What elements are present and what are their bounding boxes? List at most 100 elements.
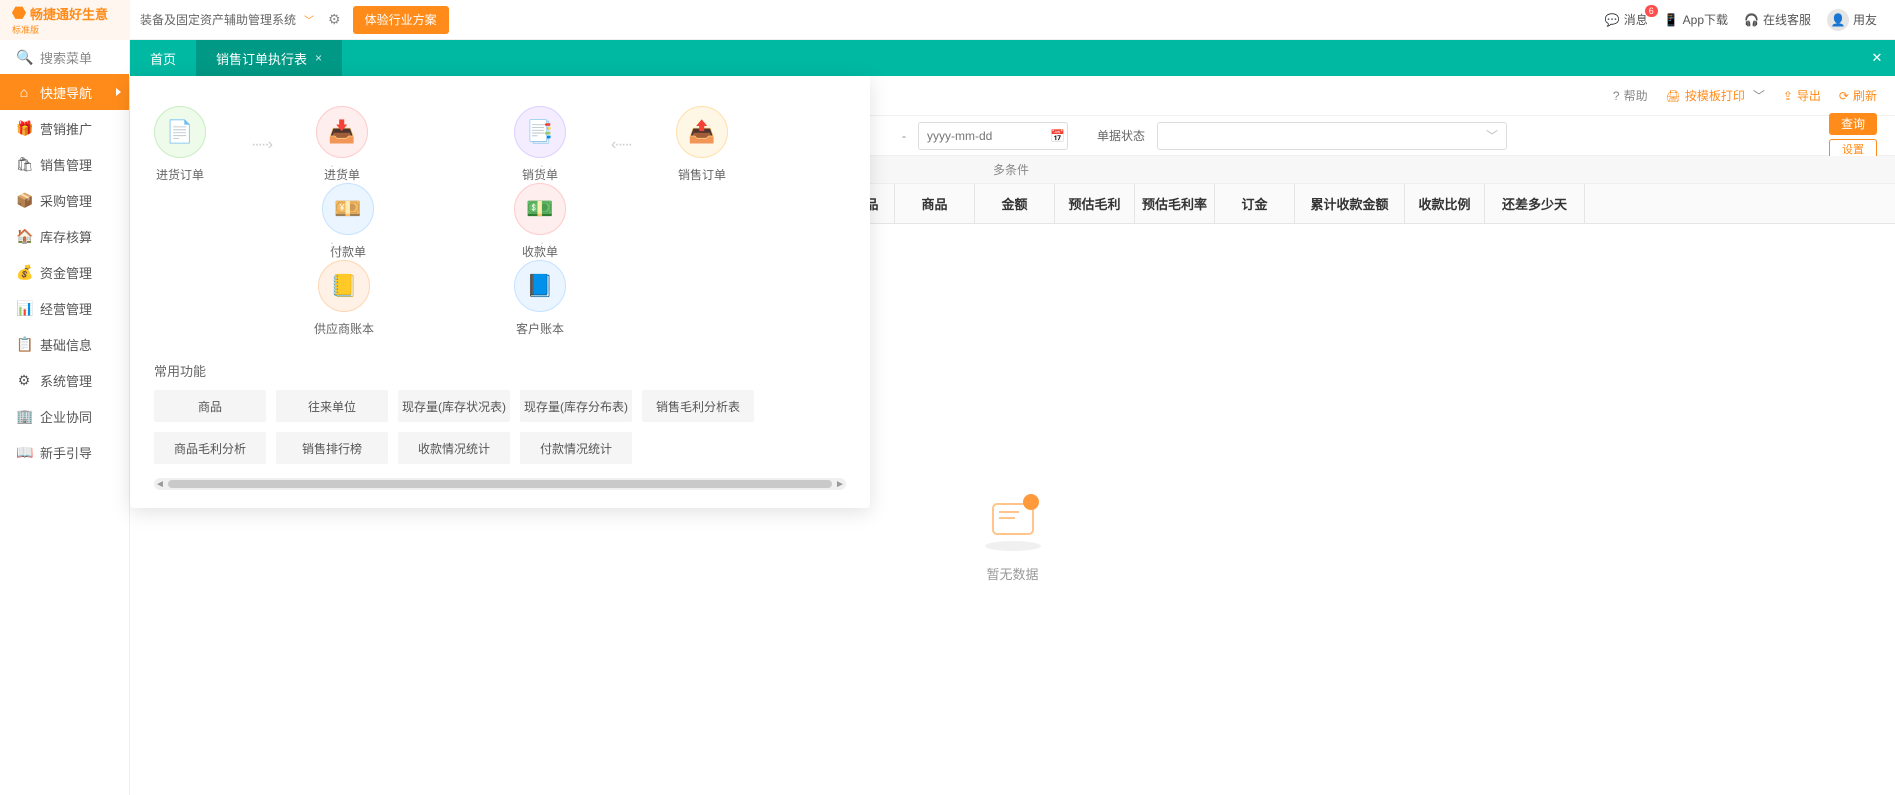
warehouse-icon: 🏠 xyxy=(16,228,32,245)
table-column-header[interactable]: 累计收款金额 xyxy=(1295,184,1405,223)
ledger-icon: 📒 xyxy=(318,260,370,312)
sidebar-item-operation[interactable]: 📊 经营管理 xyxy=(0,290,129,326)
func-product-profit[interactable]: 商品毛利分析 xyxy=(154,432,266,464)
user-name: 用友 xyxy=(1853,11,1877,28)
sidebar-item-guide[interactable]: 📖新手引导 xyxy=(0,434,129,470)
logo-subtext: 标准版 xyxy=(12,23,130,36)
table-column-header[interactable]: 预估毛利率 xyxy=(1135,184,1215,223)
table-column-header[interactable]: 商品 xyxy=(895,184,975,223)
system-name: 装备及固定资产辅助管理系统 xyxy=(140,11,296,28)
messages-label: 消息 xyxy=(1624,11,1648,28)
money-icon: 💰 xyxy=(16,264,32,281)
export-button[interactable]: ⇪导出 xyxy=(1783,87,1821,104)
download-label: App下载 xyxy=(1683,11,1728,28)
table-column-header[interactable]: 金额 xyxy=(975,184,1055,223)
cart-icon: 🛍 xyxy=(16,156,32,173)
logo-text: 畅捷通好生意 xyxy=(30,4,108,23)
sidebar-item-purchase[interactable]: 📦采购管理 xyxy=(0,182,129,218)
customer-ledger-icon: 📘 xyxy=(514,260,566,312)
download-link[interactable]: 📱 App下载 xyxy=(1664,11,1728,28)
func-payment-stats[interactable]: 付款情况统计 xyxy=(520,432,632,464)
close-all-icon[interactable]: ✕ xyxy=(1859,40,1895,76)
flow-node-supplier-ledger[interactable]: 📒 供应商账本 xyxy=(314,260,374,337)
table-column-header[interactable]: 还差多少天 xyxy=(1485,184,1585,223)
scroll-left-icon[interactable]: ◄ xyxy=(154,478,166,490)
sidebar-label: 经营管理 xyxy=(40,299,92,318)
func-stock-status[interactable]: 现存量(库存状况表) xyxy=(398,390,510,422)
table-column-header[interactable]: 预估毛利 xyxy=(1055,184,1135,223)
arrow-down-icon: ⋮↓ xyxy=(326,163,344,177)
refresh-button[interactable]: ⟳ 刷新 xyxy=(1839,87,1877,104)
func-receipt-stats[interactable]: 收款情况统计 xyxy=(398,432,510,464)
doc-out-icon: 📤 xyxy=(676,106,728,158)
func-contacts[interactable]: 往来单位 xyxy=(276,390,388,422)
sidebar: 🔍 搜索菜单 ⌂快捷导航 🎁营销推广 🛍销售管理 📦采购管理 🏠库存核算 💰资金… xyxy=(0,40,130,795)
scroll-thumb[interactable] xyxy=(168,480,832,488)
chevron-down-icon: ﹀ xyxy=(1753,87,1765,104)
sidebar-item-basic[interactable]: 📋基础信息 xyxy=(0,326,129,362)
popover-scrollbar[interactable]: ◄ ► xyxy=(154,478,846,490)
quicknav-popover: 📄 进货订单 ·····› 📥 进货单 ⋮↓ 💴 xyxy=(130,76,870,508)
messages-link[interactable]: 💬 消息 6 xyxy=(1605,11,1648,28)
status-select[interactable]: ﹀ xyxy=(1157,122,1507,150)
refresh-icon: ⟳ xyxy=(1839,89,1849,103)
arrow-down-icon: ⋮↓ xyxy=(536,240,554,254)
experience-button[interactable]: 体验行业方案 xyxy=(353,6,449,34)
doc-return-icon: 📥 xyxy=(316,106,368,158)
func-sales-profit[interactable]: 销售毛利分析表 xyxy=(642,390,754,422)
gear-icon[interactable]: ⚙ xyxy=(328,11,341,28)
top-header: ⬣畅捷通好生意 标准版 装备及固定资产辅助管理系统 ﹀ ⚙ 体验行业方案 💬 消… xyxy=(0,0,1895,40)
chevron-down-icon: ﹀ xyxy=(304,12,314,27)
chart-icon: 📊 xyxy=(16,300,32,317)
service-link[interactable]: 🎧 在线客服 xyxy=(1744,11,1811,28)
refresh-label: 刷新 xyxy=(1853,87,1877,104)
help-button[interactable]: ?帮助 xyxy=(1613,87,1648,104)
flow-node-customer-ledger[interactable]: 📘 客户账本 xyxy=(514,260,566,337)
common-functions-title: 常用功能 xyxy=(154,361,846,380)
print-button[interactable]: 🖨按模板打印﹀ xyxy=(1666,87,1765,104)
list-icon: 📋 xyxy=(16,336,32,353)
scroll-right-icon[interactable]: ► xyxy=(834,478,846,490)
sidebar-search[interactable]: 🔍 搜索菜单 xyxy=(0,40,129,74)
sidebar-item-marketing[interactable]: 🎁营销推广 xyxy=(0,110,129,146)
flow-node-sales-order[interactable]: 📤 销售订单 xyxy=(676,106,728,183)
flow-label: 进货订单 xyxy=(156,166,204,183)
date-to-input[interactable] xyxy=(918,122,1068,150)
user-menu[interactable]: 👤 用友 xyxy=(1827,9,1877,31)
receipt-icon: 💵 xyxy=(514,183,566,235)
sidebar-item-inventory[interactable]: 🏠库存核算 xyxy=(0,218,129,254)
arrow-left-icon: ‹····· xyxy=(596,136,646,154)
tab-sales-order-exec[interactable]: 销售订单执行表 × xyxy=(196,40,342,76)
func-product[interactable]: 商品 xyxy=(154,390,266,422)
query-button[interactable]: 查询 xyxy=(1829,113,1877,135)
payment-icon: 💴 xyxy=(322,183,374,235)
phone-icon: 📱 xyxy=(1664,13,1679,27)
func-stock-dist[interactable]: 现存量(库存分布表) xyxy=(520,390,632,422)
sidebar-search-label: 搜索菜单 xyxy=(40,48,92,67)
doc-list-icon: 📑 xyxy=(514,106,566,158)
sidebar-item-quicknav[interactable]: ⌂快捷导航 xyxy=(0,74,129,110)
flow-node-purchase-order[interactable]: 📄 进货订单 xyxy=(154,106,206,183)
book-icon: 📖 xyxy=(16,444,32,461)
arrow-down-icon: ⋮↓ xyxy=(536,163,554,177)
building-icon: 🏢 xyxy=(16,408,32,425)
sidebar-item-finance[interactable]: 💰资金管理 xyxy=(0,254,129,290)
sidebar-label: 系统管理 xyxy=(40,371,92,390)
help-label: 帮助 xyxy=(1624,87,1648,104)
flow-label: 客户账本 xyxy=(516,320,564,337)
more-conditions-label: 多条件 xyxy=(993,161,1029,178)
sidebar-item-collab[interactable]: 🏢企业协同 xyxy=(0,398,129,434)
system-dropdown[interactable]: 装备及固定资产辅助管理系统 ﹀ ⚙ xyxy=(140,11,341,28)
table-column-header[interactable]: 订金 xyxy=(1215,184,1295,223)
close-icon[interactable]: × xyxy=(315,51,322,65)
sidebar-item-sales[interactable]: 🛍销售管理 xyxy=(0,146,129,182)
empty-text: 暂无数据 xyxy=(973,564,1053,583)
flow-label: 供应商账本 xyxy=(314,320,374,337)
sidebar-label: 采购管理 xyxy=(40,191,92,210)
sidebar-item-system[interactable]: ⚙系统管理 xyxy=(0,362,129,398)
common-functions: 商品 往来单位 现存量(库存状况表) 现存量(库存分布表) 销售毛利分析表 商品… xyxy=(154,390,846,464)
table-column-header[interactable]: 收款比例 xyxy=(1405,184,1485,223)
tab-home[interactable]: 首页 xyxy=(130,40,196,76)
gift-icon: 🎁 xyxy=(16,120,32,137)
func-sales-rank[interactable]: 销售排行榜 xyxy=(276,432,388,464)
